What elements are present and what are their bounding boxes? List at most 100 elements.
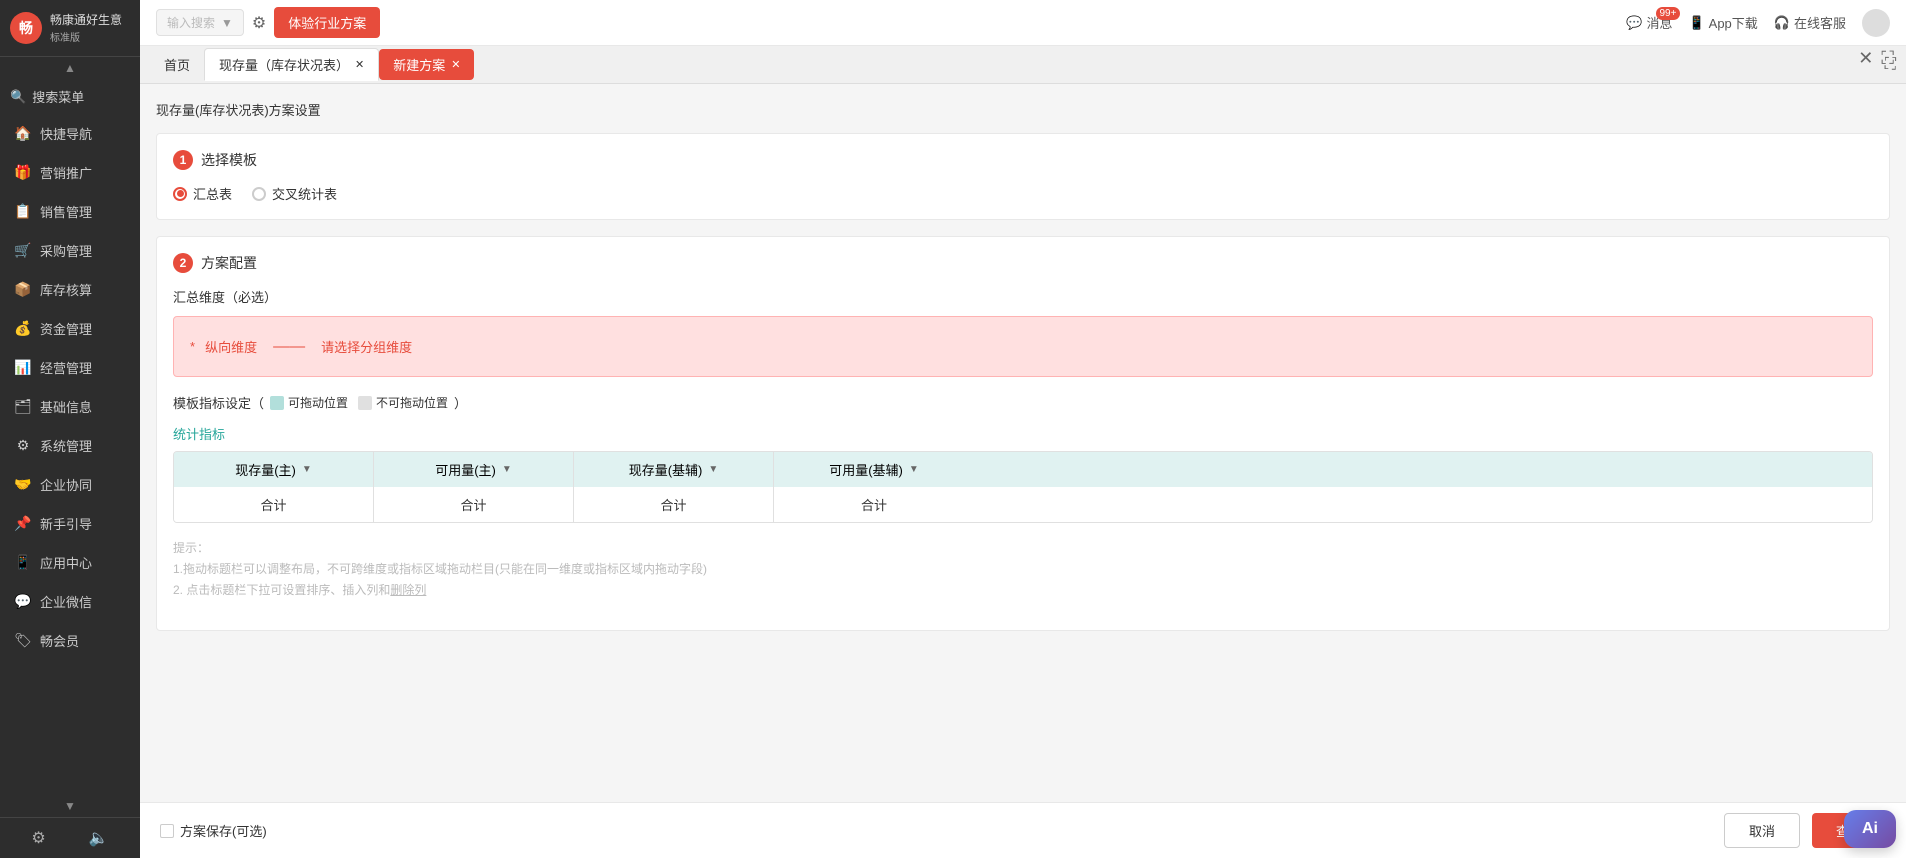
tab-new-plan[interactable]: 新建方案 ✕ [379,49,474,80]
radio-summary-label: 汇总表 [193,184,232,203]
sidebar-item-label: 企业协同 [40,475,92,494]
dim-required-mark: * [190,339,195,354]
stats-col-label-3: 现存量(基辅) [629,460,703,479]
sidebar-item-contract[interactable]: 🤝 企业协同 [0,465,140,504]
sidebar-item-marketing[interactable]: 🎁 营销推广 [0,153,140,192]
close-icon[interactable]: ✕ [1858,48,1873,69]
dim-direction-label: 纵向维度 [205,337,257,356]
indicators-header-text: 模板指标设定（ [173,393,264,412]
tab-home-label: 首页 [164,55,190,74]
dimension-selection-area[interactable]: * 纵向维度 —— 请选择分组维度 [173,316,1873,377]
sidebar-item-basic[interactable]: 🗂 基础信息 [0,387,140,426]
online-service-button[interactable]: 🎧 在线客服 [1774,13,1846,32]
ai-float-button[interactable]: Ai [1844,810,1896,848]
radio-summary-button[interactable] [173,187,187,201]
volume-icon[interactable]: 🔈 [89,828,109,848]
dim-placeholder[interactable]: 请选择分组维度 [321,337,412,356]
radio-cross-button[interactable] [252,187,266,201]
headset-icon: 🎧 [1774,15,1790,31]
app-logo: 畅 畅康通好生意 标准版 [0,0,140,57]
sidebar-item-wechat[interactable]: 💬 企业微信 [0,582,140,621]
stats-col-4-dropdown[interactable]: ▼ [909,464,919,475]
radio-summary[interactable]: 汇总表 [173,184,232,203]
sidebar-item-label: 应用中心 [40,553,92,572]
tips-delete-link: 删除列 [390,583,426,597]
stats-table: 现存量(主) ▼ 可用量(主) ▼ 现存量(基辅) ▼ 可用量(基辅) ▼ [173,451,1873,523]
messages-button[interactable]: 💬 消息 99+ [1626,13,1672,32]
user-avatar-area[interactable] [1862,9,1890,37]
dim-dash: —— [273,338,305,356]
radio-summary-dot [177,190,184,197]
save-checkbox[interactable] [160,824,174,838]
messages-badge: 99+ [1656,7,1681,20]
search-label: 搜索菜单 [32,87,84,106]
sidebar-item-apps[interactable]: 📱 应用中心 [0,543,140,582]
sidebar-item-finance[interactable]: 💰 资金管理 [0,309,140,348]
sidebar-item-label: 畅会员 [40,631,79,650]
inventory-icon: 📦 [14,281,32,299]
sidebar-item-member[interactable]: 🏷 畅会员 [0,621,140,660]
stats-col-label-4: 可用量(基辅) [829,460,903,479]
topbar-dropdown-icon[interactable]: ▼ [221,16,233,30]
tab-inventory-close[interactable]: ✕ [355,58,364,71]
sidebar-scroll-up[interactable]: ▲ [0,57,140,79]
message-icon: 💬 [1626,15,1642,31]
online-service-label: 在线客服 [1794,13,1846,32]
stats-col-header-1: 现存量(主) ▼ [174,452,374,487]
sidebar-item-inventory[interactable]: 📦 库存核算 [0,270,140,309]
section1-num: 1 [173,150,193,170]
sidebar-scroll-down[interactable]: ▼ [0,795,140,817]
search-icon: 🔍 [10,89,26,105]
stats-label: 统计指标 [173,424,1873,443]
tab-inventory[interactable]: 现存量（库存状况表） ✕ [204,48,379,81]
stats-col-2-dropdown[interactable]: ▼ [502,464,512,475]
trial-industry-button[interactable]: 体验行业方案 [274,7,380,38]
stats-col-label-1: 现存量(主) [235,460,296,479]
tips-title: 提示： [173,539,1873,556]
ai-label: Ai [1862,820,1878,838]
sidebar-item-quick-nav[interactable]: 🏠 快捷导航 [0,114,140,153]
purchase-icon: 🛒 [14,242,32,260]
cancel-button[interactable]: 取消 [1724,813,1800,848]
section1-title: 选择模板 [201,150,257,170]
sidebar-item-label: 经营管理 [40,358,92,377]
topbar-settings-icon[interactable]: ⚙ [252,13,266,33]
template-options: 汇总表 交叉统计表 [173,184,1873,203]
sidebar-item-label: 基础信息 [40,397,92,416]
sidebar-item-label: 新手引导 [40,514,92,533]
sidebar-item-operations[interactable]: 📊 经营管理 [0,348,140,387]
search-menu[interactable]: 🔍 搜索菜单 [0,79,140,114]
sidebar-item-label: 销售管理 [40,202,92,221]
sidebar: 畅 畅康通好生意 标准版 ▲ 🔍 搜索菜单 🏠 快捷导航 🎁 营销推广 📋 销售… [0,0,140,858]
home-icon: 🏠 [14,125,32,143]
tab-new-plan-close[interactable]: ✕ [451,58,460,71]
sidebar-item-sales[interactable]: 📋 销售管理 [0,192,140,231]
save-option: 方案保存(可选) [160,821,267,840]
legend-nodrag-box: 不可拖动位置 [358,394,448,411]
system-icon: ⚙ [14,437,32,455]
radio-cross[interactable]: 交叉统计表 [252,184,337,203]
stats-col-3-dropdown[interactable]: ▼ [708,464,718,475]
sidebar-item-system[interactable]: ⚙ 系统管理 [0,426,140,465]
non-draggable-legend-label: 不可拖动位置 [376,394,448,411]
topbar-left: 输入搜索 ▼ ⚙ 体验行业方案 [156,7,1614,38]
sidebar-item-guide[interactable]: 📌 新手引导 [0,504,140,543]
stats-col-body-2: 合计 [374,487,574,522]
legend-drag-box: 可拖动位置 [270,394,348,411]
contract-icon: 🤝 [14,476,32,494]
stats-col-1-dropdown[interactable]: ▼ [302,464,312,475]
tab-home[interactable]: 首页 [150,49,204,80]
app-download-button[interactable]: 📱 App下载 [1688,13,1757,32]
section-plan-config: 2 方案配置 汇总维度（必选） * 纵向维度 —— 请选择分组维度 模板指标设定… [156,236,1890,631]
sidebar-item-purchase[interactable]: 🛒 采购管理 [0,231,140,270]
radio-cross-label: 交叉统计表 [272,184,337,203]
modal-controls: ✕ ⛶ [1858,48,1894,69]
stats-table-header: 现存量(主) ▼ 可用量(主) ▼ 现存量(基辅) ▼ 可用量(基辅) ▼ [174,452,1872,487]
sidebar-item-label: 资金管理 [40,319,92,338]
stats-col-body-3: 合计 [574,487,774,522]
sidebar-item-label: 快捷导航 [40,124,92,143]
main-wrapper: 输入搜索 ▼ ⚙ 体验行业方案 💬 消息 99+ 📱 App下载 🎧 在线客服 [140,0,1906,858]
settings-bottom-icon[interactable]: ⚙ [31,828,45,848]
summary-dim-label: 汇总维度（必选） [173,287,1873,306]
expand-icon[interactable]: ⛶ [1881,48,1894,69]
